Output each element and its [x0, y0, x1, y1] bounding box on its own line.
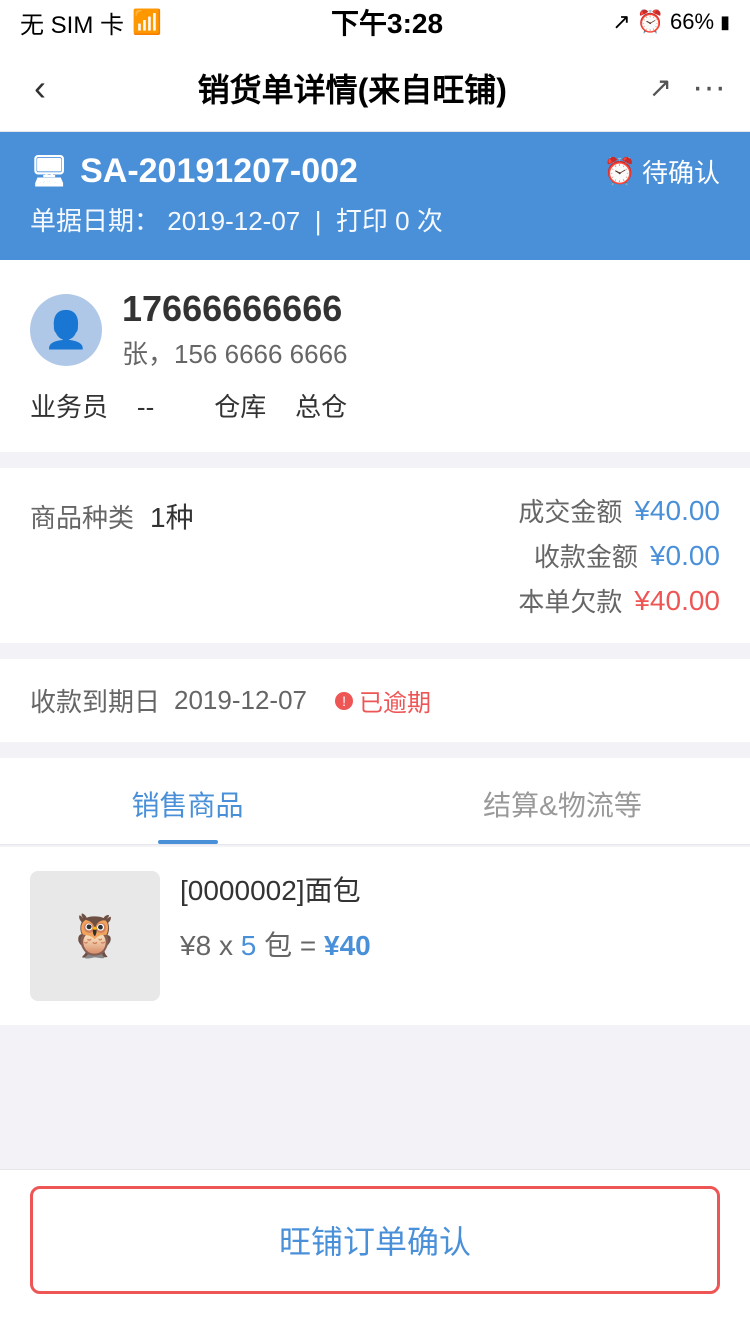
owed-item: 本单欠款 ¥40.00 [518, 582, 720, 619]
product-name: [0000002]面包 [180, 871, 720, 910]
wifi-icon: 📶 [132, 8, 162, 37]
summary-card: 商品种类 1种 成交金额 ¥40.00 收款金额 ¥0.00 本单欠款 ¥40.… [0, 468, 750, 643]
status-label: 待确认 [642, 153, 720, 190]
customer-top: 👤 17666666666 张，156 6666 6666 [30, 288, 720, 371]
product-price: ¥8 x 5 包 = ¥40 [180, 924, 720, 964]
tabs-container: 销售商品 结算&物流等 [0, 758, 750, 845]
received-value: ¥0.00 [650, 540, 720, 572]
received-item: 收款金额 ¥0.00 [534, 537, 720, 574]
warehouse-value: 总仓 [295, 392, 347, 422]
owed-value: ¥40.00 [634, 585, 720, 617]
owed-label: 本单欠款 [518, 582, 622, 619]
product-type-value: 1种 [150, 496, 194, 536]
warehouse-label: 仓库 [214, 392, 266, 422]
status-bar: 无 SIM 卡 📶 下午3:28 ↗ ⏰ 66% ▮ [0, 0, 750, 44]
summary-row: 商品种类 1种 成交金额 ¥40.00 收款金额 ¥0.00 本单欠款 ¥40.… [30, 492, 720, 619]
overdue-badge: ! 已逾期 [321, 681, 445, 720]
customer-meta: 业务员 -- 仓库 总仓 [30, 387, 720, 424]
product-info: [0000002]面包 ¥8 x 5 包 = ¥40 [180, 871, 720, 964]
bottom-bar: 旺铺订单确认 [0, 1169, 750, 1334]
tab-settlement[interactable]: 结算&物流等 [375, 758, 750, 844]
due-date-value: 2019-12-07 [174, 685, 307, 716]
alarm-icon: ⏰ [637, 9, 664, 35]
amount-label: 成交金额 [518, 492, 622, 529]
order-id: 🖥 SA-20191207-002 [30, 152, 358, 191]
summary-right: 成交金额 ¥40.00 收款金额 ¥0.00 本单欠款 ¥40.00 [518, 492, 720, 619]
product-unit-price: ¥8 [180, 930, 211, 961]
carrier-label: 无 SIM 卡 [20, 5, 124, 40]
overdue-label: 已逾期 [359, 683, 431, 718]
back-button[interactable]: ‹ [24, 57, 56, 119]
product-total: ¥40 [324, 930, 371, 961]
order-icon: 🖥 [30, 154, 68, 189]
customer-phone: 17666666666 [122, 288, 348, 330]
tab-products[interactable]: 销售商品 [0, 758, 375, 844]
staff-label: 业务员 [30, 392, 108, 422]
warehouse-item: 仓库 总仓 [214, 387, 347, 424]
product-type-label: 商品种类 [30, 498, 134, 535]
customer-card: 👤 17666666666 张，156 6666 6666 业务员 -- 仓库 … [0, 260, 750, 452]
nav-bar: ‹ 销货单详情(来自旺铺) ↗︎ ··· [0, 44, 750, 132]
order-id-value: SA-20191207-002 [80, 152, 358, 191]
due-date-card: 收款到期日 2019-12-07 ! 已逾期 [0, 659, 750, 742]
customer-details: 17666666666 张，156 6666 6666 [122, 288, 348, 371]
tabs: 销售商品 结算&物流等 [0, 758, 750, 845]
order-header: 🖥 SA-20191207-002 ⏰ 待确认 单据日期： 2019-12-07… [0, 132, 750, 260]
price-separator: x [219, 930, 241, 961]
status-right: ↗ ⏰ 66% ▮ [612, 9, 730, 35]
confirm-button[interactable]: 旺铺订单确认 [30, 1186, 720, 1294]
clock-icon: ⏰ [604, 156, 636, 187]
product-card: 🦉 [0000002]面包 ¥8 x 5 包 = ¥40 [0, 847, 750, 1025]
share-icon[interactable]: ↗︎ [649, 71, 672, 104]
product-thumbnail: 🦉 [30, 871, 160, 1001]
nav-actions: ↗︎ ··· [649, 68, 726, 107]
overdue-dot-icon: ! [335, 692, 353, 710]
avatar-icon: 👤 [44, 309, 89, 351]
more-icon[interactable]: ··· [692, 68, 726, 107]
customer-name: 张，156 6666 6666 [122, 334, 348, 371]
staff-value: -- [137, 392, 154, 422]
received-label: 收款金额 [534, 537, 638, 574]
order-header-top: 🖥 SA-20191207-002 ⏰ 待确认 [30, 152, 720, 191]
avatar: 👤 [30, 294, 102, 366]
product-logo-icon: 🦉 [69, 912, 121, 961]
battery-icon: ▮ [720, 12, 730, 33]
page-title: 销货单详情(来自旺铺) [56, 65, 649, 111]
summary-left: 商品种类 1种 [30, 492, 194, 536]
product-quantity: 5 [241, 930, 257, 961]
amount-value: ¥40.00 [634, 495, 720, 527]
battery-label: 66% [670, 9, 714, 35]
location-icon: ↗ [612, 9, 630, 35]
order-date: 单据日期： 2019-12-07 | 打印 0 次 [30, 201, 720, 238]
staff-item: 业务员 -- [30, 387, 154, 424]
product-unit: 包 [264, 930, 292, 961]
status-time: 下午3:28 [331, 2, 443, 42]
amount-item: 成交金额 ¥40.00 [518, 492, 720, 529]
total-separator: = [300, 930, 324, 961]
status-left: 无 SIM 卡 📶 [20, 5, 162, 40]
order-status: ⏰ 待确认 [604, 153, 720, 190]
due-date-label: 收款到期日 [30, 682, 160, 719]
